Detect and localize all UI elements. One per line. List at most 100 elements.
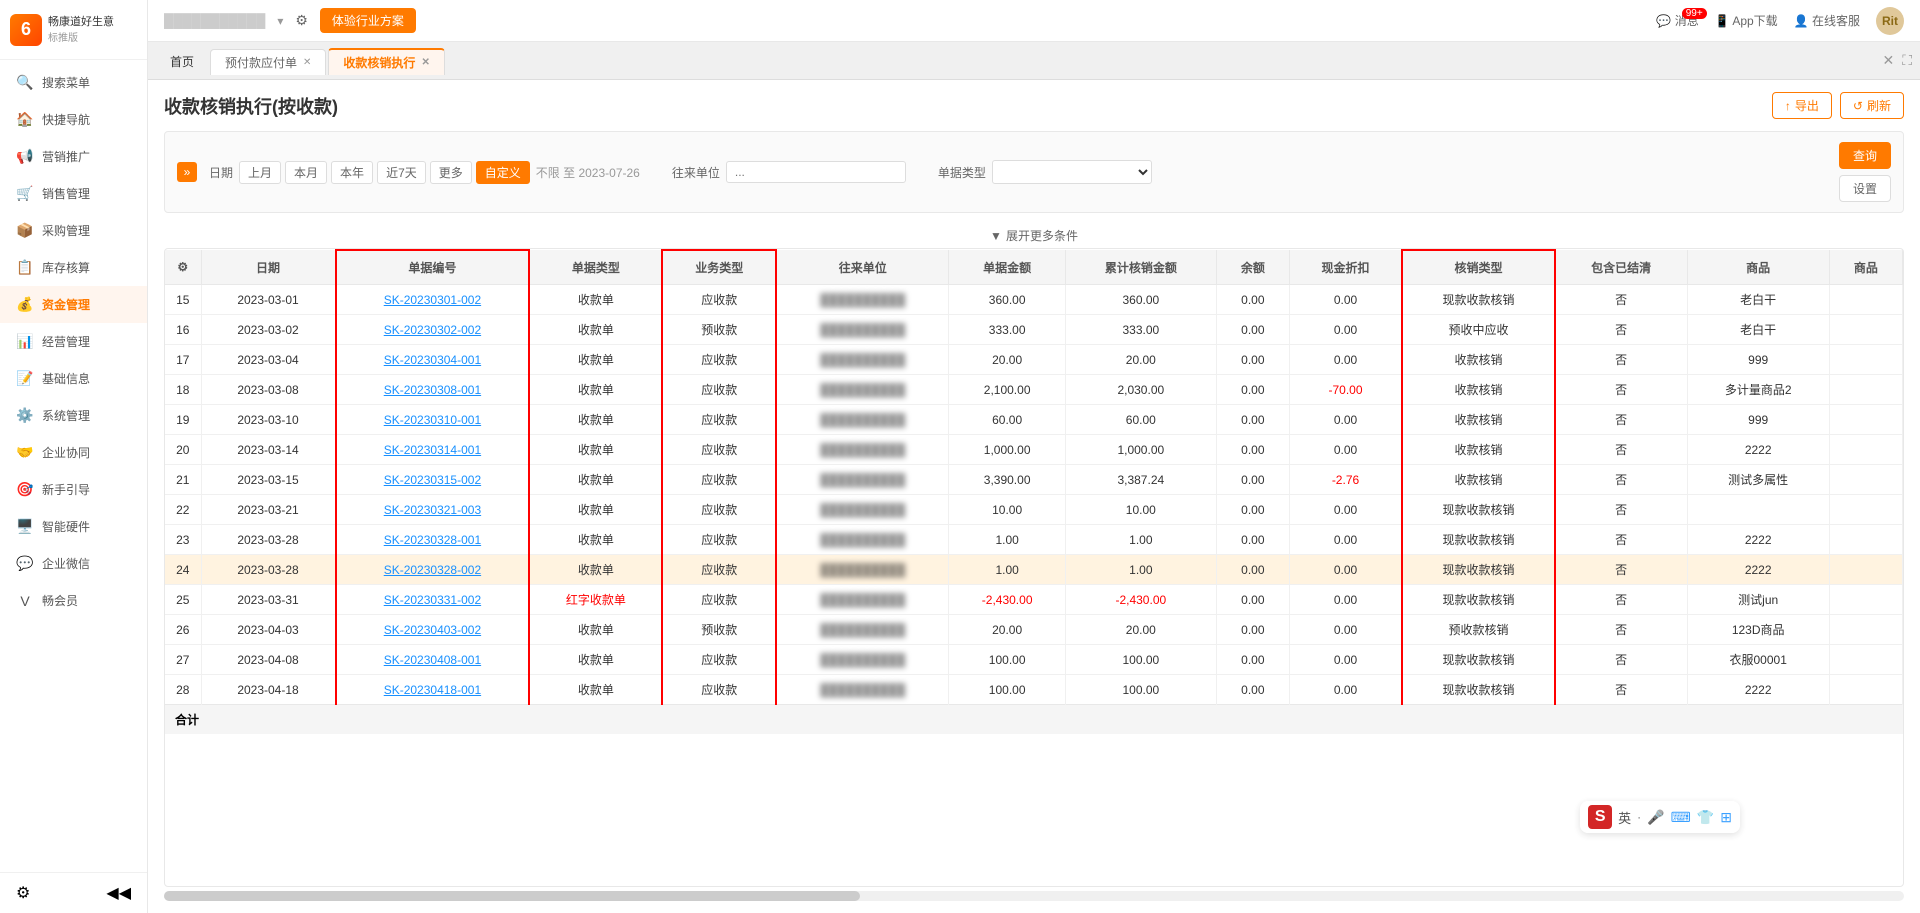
refresh-button[interactable]: ↺ 刷新 (1840, 92, 1904, 119)
cell-partner: ██████████ (776, 525, 949, 555)
cell-balance: 0.00 (1216, 555, 1289, 585)
filter-this-month[interactable]: 本月 (285, 161, 327, 184)
cell-balance: 0.00 (1216, 675, 1289, 705)
tab-home[interactable]: 首页 (156, 49, 208, 74)
cell-goods1: 老白干 (1687, 315, 1829, 345)
message-badge[interactable]: 💬 消息 99+ (1656, 12, 1698, 29)
filter-billtype-select[interactable] (992, 160, 1152, 184)
cell-billno[interactable]: SK-20230308-001 (336, 375, 530, 405)
col-hextype-header[interactable]: 核销类型 (1402, 250, 1555, 285)
filter-partner-input[interactable] (726, 161, 906, 183)
filter-custom[interactable]: 自定义 (476, 161, 530, 184)
cell-billno[interactable]: SK-20230328-001 (336, 525, 530, 555)
col-balance-header[interactable]: 余额 (1216, 250, 1289, 285)
col-date-header[interactable]: 日期 (201, 250, 336, 285)
filter-partner-label: 往来单位 (672, 164, 720, 181)
sidebar-item-purchase[interactable]: 📦 采购管理 (0, 212, 147, 249)
expand-more-bar[interactable]: ▼ 展开更多条件 (164, 223, 1904, 248)
sidebar-item-guide[interactable]: 🎯 新手引导 (0, 471, 147, 508)
col-amount-header[interactable]: 单据金额 (949, 250, 1065, 285)
sidebar-item-operations[interactable]: 📊 经营管理 (0, 323, 147, 360)
cell-goods2 (1829, 285, 1902, 315)
basic-icon: 📝 (16, 370, 34, 387)
cell-billno[interactable]: SK-20230331-002 (336, 585, 530, 615)
export-button[interactable]: ↑ 导出 (1772, 92, 1832, 119)
guide-icon: 🎯 (16, 481, 34, 498)
topbar-gear-icon[interactable]: ⚙ (295, 12, 308, 29)
settings-button[interactable]: 设置 (1839, 175, 1891, 202)
cell-writeoff: -2,430.00 (1065, 585, 1216, 615)
col-goods1-header[interactable]: 商品 (1687, 250, 1829, 285)
cell-no: 19 (165, 405, 201, 435)
cell-billno[interactable]: SK-20230314-001 (336, 435, 530, 465)
sidebar-item-quicknav[interactable]: 🏠 快捷导航 (0, 101, 147, 138)
cell-billno[interactable]: SK-20230302-002 (336, 315, 530, 345)
query-button[interactable]: 查询 (1839, 142, 1891, 169)
cell-settled: 否 (1555, 525, 1687, 555)
cell-writeoff: 10.00 (1065, 495, 1216, 525)
sidebar-item-sales[interactable]: 🛒 销售管理 (0, 175, 147, 212)
main-content: ███████████ ▾ ⚙ 体验行业方案 💬 消息 99+ 📱 App下载 … (148, 0, 1920, 913)
cell-billno[interactable]: SK-20230328-002 (336, 555, 530, 585)
filter-more[interactable]: 更多 (430, 161, 472, 184)
topbar-chevron-icon[interactable]: ▾ (277, 14, 283, 28)
filter-7days[interactable]: 近7天 (377, 161, 426, 184)
sidebar-item-wechat[interactable]: 💬 企业微信 (0, 545, 147, 582)
cell-billno[interactable]: SK-20230403-002 (336, 615, 530, 645)
col-cashdiscount-header[interactable]: 现金折扣 (1289, 250, 1402, 285)
table-row: 20 2023-03-14 SK-20230314-001 收款单 应收款 ██… (165, 435, 1903, 465)
sidebar-item-basic[interactable]: 📝 基础信息 (0, 360, 147, 397)
col-partner-header[interactable]: 往来单位 (776, 250, 949, 285)
tab-expand-icon[interactable]: ⛶ (1902, 52, 1912, 69)
user-avatar[interactable]: Rit (1876, 7, 1904, 35)
cell-date: 2023-03-21 (201, 495, 336, 525)
sidebar-item-search[interactable]: 🔍 搜索菜单 (0, 64, 147, 101)
tab-close-prepay[interactable]: ✕ (303, 57, 311, 68)
solution-button[interactable]: 体验行业方案 (320, 8, 416, 33)
online-service[interactable]: 👤 在线客服 (1794, 12, 1860, 29)
cell-no: 20 (165, 435, 201, 465)
col-billno-header[interactable]: 单据编号 (336, 250, 530, 285)
cell-billno[interactable]: SK-20230418-001 (336, 675, 530, 705)
sidebar-item-system[interactable]: ⚙️ 系统管理 (0, 397, 147, 434)
filter-last-month[interactable]: 上月 (239, 161, 281, 184)
cell-hextype: 预收中应收 (1402, 315, 1555, 345)
scrollbar-thumb[interactable] (164, 891, 860, 901)
horizontal-scrollbar[interactable] (164, 891, 1904, 901)
cell-billno[interactable]: SK-20230315-002 (336, 465, 530, 495)
col-settled-header[interactable]: 包含已结清 (1555, 250, 1687, 285)
cell-balance: 0.00 (1216, 435, 1289, 465)
cell-writeoff: 100.00 (1065, 645, 1216, 675)
sidebar-item-finance[interactable]: 💰 资金管理 (0, 286, 147, 323)
tab-prepay[interactable]: 预付款应付单 ✕ (210, 49, 326, 75)
sidebar-item-member[interactable]: V 畅会员 (0, 582, 147, 619)
sidebar-item-enterprise[interactable]: 🤝 企业协同 (0, 434, 147, 471)
col-billtype-header[interactable]: 单据类型 (529, 250, 662, 285)
sidebar-item-marketing[interactable]: 📢 营销推广 (0, 138, 147, 175)
col-settings-header[interactable]: ⚙ (165, 250, 201, 285)
filter-expand-button[interactable]: » (177, 162, 197, 182)
cell-billno[interactable]: SK-20230310-001 (336, 405, 530, 435)
sidebar-item-inventory[interactable]: 📋 库存核算 (0, 249, 147, 286)
cell-billno[interactable]: SK-20230321-003 (336, 495, 530, 525)
cell-hextype: 预收款核销 (1402, 615, 1555, 645)
cell-goods2 (1829, 405, 1902, 435)
col-goods2-header[interactable]: 商品 (1829, 250, 1902, 285)
cell-billno[interactable]: SK-20230304-001 (336, 345, 530, 375)
cell-billno[interactable]: SK-20230408-001 (336, 645, 530, 675)
sidebar-collapse-icon[interactable]: ◀◀ (106, 883, 131, 903)
col-writeoff-header[interactable]: 累计核销金额 (1065, 250, 1216, 285)
cell-billno[interactable]: SK-20230301-002 (336, 285, 530, 315)
tab-close-writeoff[interactable]: ✕ (421, 57, 429, 68)
finance-icon: 💰 (16, 296, 34, 313)
tab-collection-writeoff[interactable]: 收款核销执行 ✕ (328, 48, 444, 75)
sidebar-settings-icon[interactable]: ⚙ (16, 883, 30, 903)
cell-no: 15 (165, 285, 201, 315)
inventory-icon: 📋 (16, 259, 34, 276)
page-title: 收款核销执行(按收款) (164, 93, 338, 119)
filter-this-year[interactable]: 本年 (331, 161, 373, 184)
sidebar-item-smarthw[interactable]: 🖥️ 智能硬件 (0, 508, 147, 545)
tab-close-all-icon[interactable]: ✕ (1882, 52, 1894, 69)
app-download[interactable]: 📱 App下载 (1715, 12, 1778, 29)
col-biztype-header[interactable]: 业务类型 (662, 250, 776, 285)
